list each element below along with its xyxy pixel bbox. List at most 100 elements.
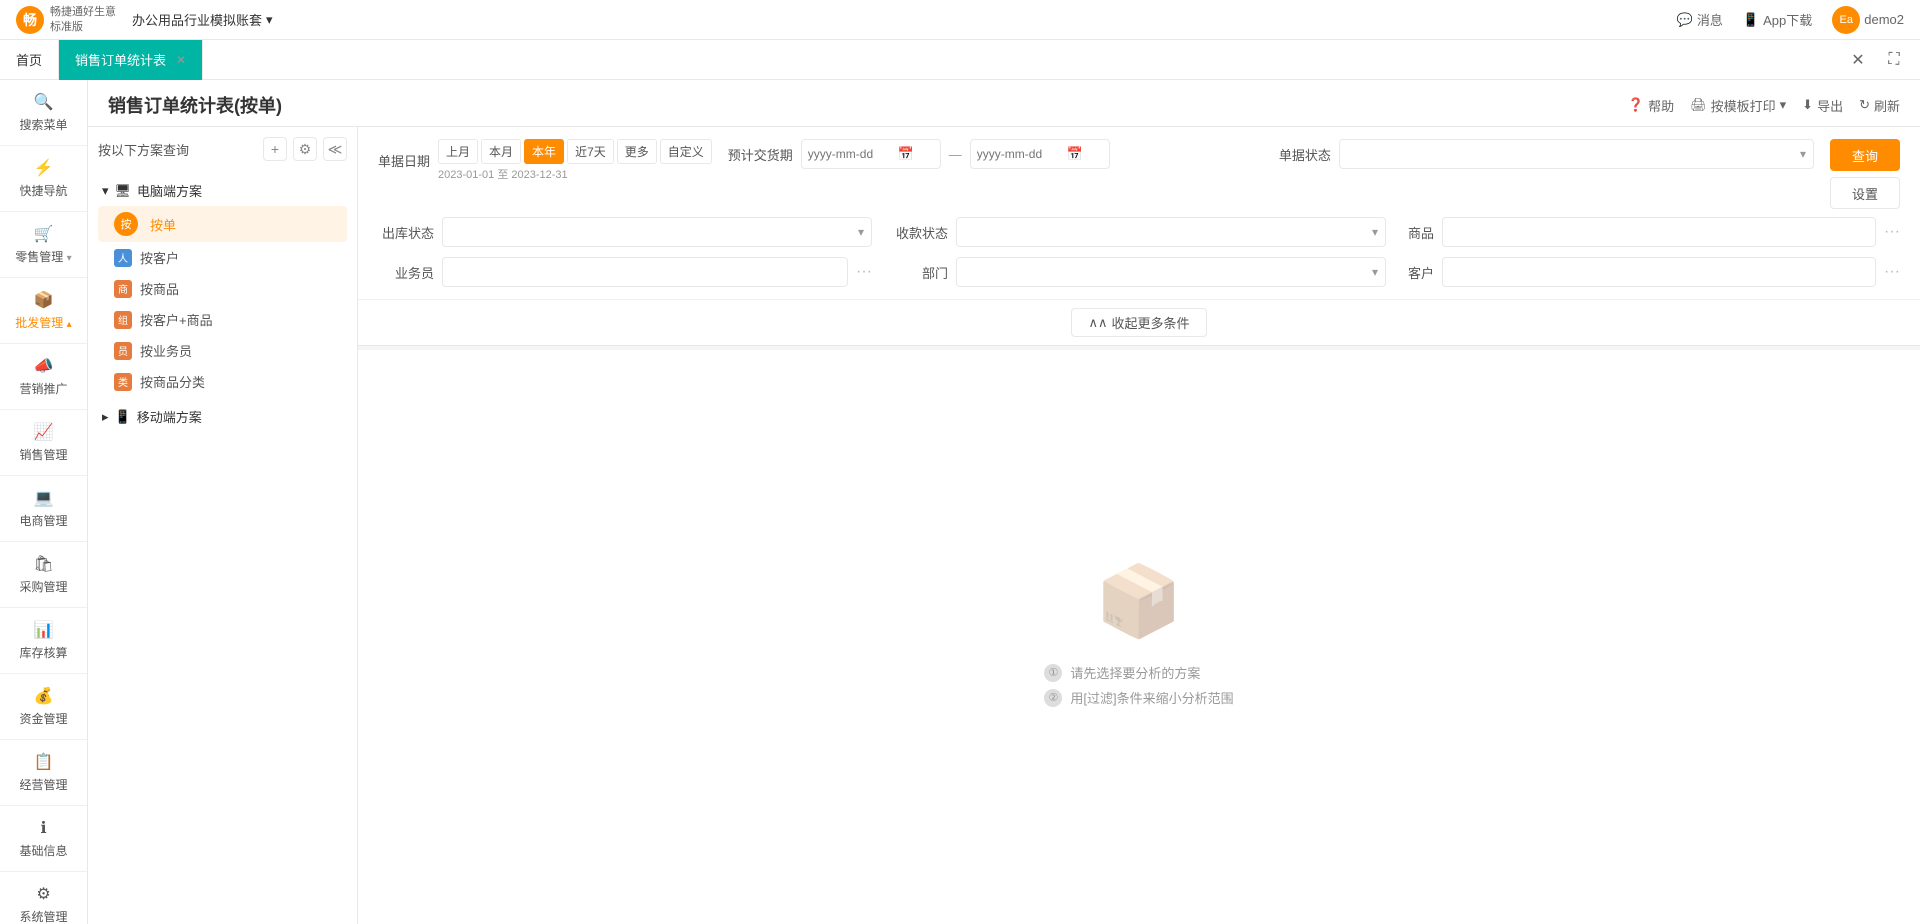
user-action[interactable]: Ea demo2 bbox=[1832, 6, 1904, 34]
sidebar-item-quicknav[interactable]: ⚡ 快捷导航 bbox=[0, 146, 87, 212]
date-range-hint: 2023-01-01 至 2023-12-31 bbox=[438, 166, 712, 182]
print-button[interactable]: 🖨 按模板打印 ▾ bbox=[1690, 96, 1786, 115]
scheme-item-by-goods[interactable]: 商 按商品 bbox=[98, 273, 347, 304]
step-1-num: ① bbox=[1044, 664, 1062, 682]
calendar-icon-2: 📅 bbox=[1067, 146, 1083, 162]
scheme-group-mobile: ▸ 📱 移动端方案 bbox=[98, 401, 347, 432]
help-button[interactable]: ❓ 帮助 bbox=[1628, 96, 1674, 115]
by-salesman-icon: 员 bbox=[114, 342, 132, 360]
system-icon: ⚙ bbox=[4, 884, 83, 904]
dept-select[interactable] bbox=[956, 257, 1386, 287]
query-button[interactable]: 查询 bbox=[1830, 139, 1900, 171]
sidebar-item-basic[interactable]: ℹ 基础信息 bbox=[0, 806, 87, 872]
tab-bar: 首页 销售订单统计表 ✕ ✕ ⛶ bbox=[0, 40, 1920, 80]
sidebar-item-retail[interactable]: 🛒 零售管理 ▾ bbox=[0, 212, 87, 278]
filter-area: 单据日期 上月 本月 本年 近7天 更多 自定义 20 bbox=[358, 127, 1920, 346]
sidebar: 🔍 搜索菜单 ⚡ 快捷导航 🛒 零售管理 ▾ 📦 批发管理 ▴ 📣 营销推广 📈… bbox=[0, 80, 88, 924]
sidebar-item-system[interactable]: ⚙ 系统管理 bbox=[0, 872, 87, 924]
expected-date-start-input[interactable] bbox=[808, 147, 898, 161]
goods-input[interactable] bbox=[1442, 217, 1876, 247]
sidebar-item-wholesale[interactable]: 📦 批发管理 ▴ bbox=[0, 278, 87, 344]
pc-icon: 🖥 bbox=[115, 183, 132, 199]
status-label: 单据状态 bbox=[1279, 145, 1331, 164]
sidebar-item-sales[interactable]: 📈 销售管理 bbox=[0, 410, 87, 476]
date-custom-btn[interactable]: 自定义 bbox=[660, 139, 712, 164]
sales-input[interactable] bbox=[442, 257, 848, 287]
goods-label: 商品 bbox=[1406, 223, 1434, 242]
tab-home[interactable]: 首页 bbox=[0, 40, 59, 80]
scheme-item-by-customer-goods[interactable]: 组 按客户+商品 bbox=[98, 304, 347, 335]
sidebar-item-operations[interactable]: 📋 经营管理 bbox=[0, 740, 87, 806]
operations-icon: 📋 bbox=[4, 752, 83, 772]
add-scheme-button[interactable]: + bbox=[263, 137, 287, 161]
collapse-button[interactable]: ∧∧ 收起更多条件 bbox=[1071, 308, 1206, 337]
top-bar-right: 💬 消息 📱 App下载 Ea demo2 bbox=[1677, 6, 1904, 34]
basic-icon: ℹ bbox=[4, 818, 83, 838]
sidebar-item-marketing[interactable]: 📣 营销推广 bbox=[0, 344, 87, 410]
date-filter: 单据日期 上月 本月 本年 近7天 更多 自定义 20 bbox=[378, 139, 712, 182]
tab-expand-button[interactable]: ⛶ bbox=[1880, 46, 1908, 74]
pc-group-header[interactable]: ▾ 🖥 电脑端方案 bbox=[98, 175, 347, 206]
collapse-panel-button[interactable]: ≪ bbox=[323, 137, 347, 161]
left-panel-header: 按以下方案查询 + ⚙ ≪ bbox=[98, 137, 347, 167]
tab-close-icon[interactable]: ✕ bbox=[176, 53, 186, 67]
tab-close-button[interactable]: ✕ bbox=[1844, 46, 1872, 74]
main-layout: 🔍 搜索菜单 ⚡ 快捷导航 🛒 零售管理 ▾ 📦 批发管理 ▴ 📣 营销推广 📈… bbox=[0, 80, 1920, 924]
content-area: 销售订单统计表(按单) ❓ 帮助 🖨 按模板打印 ▾ ⬇ 导出 ↻ 刷新 bbox=[88, 80, 1920, 924]
empty-step-1: ① 请先选择要分析的方案 bbox=[1044, 663, 1233, 682]
expected-date-end[interactable]: 📅 bbox=[970, 139, 1110, 169]
chevron-down-icon: ▾ bbox=[266, 12, 273, 28]
tab-sales-stat[interactable]: 销售订单统计表 ✕ bbox=[59, 40, 203, 80]
date-this-month-btn[interactable]: 本月 bbox=[481, 139, 521, 164]
customer-more-icon[interactable]: ··· bbox=[1884, 263, 1900, 281]
dept-filter: 部门 ▾ bbox=[892, 257, 1386, 287]
date-last-month-btn[interactable]: 上月 bbox=[438, 139, 478, 164]
tab-bar-actions: ✕ ⛶ bbox=[1844, 46, 1920, 74]
date-more-btn[interactable]: 更多 bbox=[617, 139, 657, 164]
chevron-down-icon: ▾ bbox=[102, 183, 109, 199]
filter-row-2: 出库状态 ▾ 收款状态 ▾ bbox=[358, 217, 1920, 257]
refresh-button[interactable]: ↻ 刷新 bbox=[1859, 96, 1900, 115]
right-content: 单据日期 上月 本月 本年 近7天 更多 自定义 20 bbox=[358, 127, 1920, 924]
refresh-icon: ↻ bbox=[1859, 97, 1870, 113]
sidebar-item-purchase[interactable]: 🛍 采购管理 bbox=[0, 542, 87, 608]
marketing-icon: 📣 bbox=[4, 356, 83, 376]
export-icon: ⬇ bbox=[1802, 97, 1813, 113]
scheme-item-by-category[interactable]: 类 按商品分类 bbox=[98, 366, 347, 397]
goods-more-icon[interactable]: ··· bbox=[1884, 223, 1900, 241]
date-7days-btn[interactable]: 近7天 bbox=[567, 139, 614, 164]
sidebar-item-ecommerce[interactable]: 💻 电商管理 bbox=[0, 476, 87, 542]
sales-more-icon[interactable]: ··· bbox=[856, 263, 872, 281]
left-panel-title: 按以下方案查询 bbox=[98, 140, 189, 159]
export-button[interactable]: ⬇ 导出 bbox=[1802, 96, 1843, 115]
settings-scheme-button[interactable]: ⚙ bbox=[293, 137, 317, 161]
status-filter: 单据状态 ▾ bbox=[1279, 139, 1814, 169]
ecommerce-icon: 💻 bbox=[4, 488, 83, 508]
inventory-icon: 📊 bbox=[4, 620, 83, 640]
mobile-group-header[interactable]: ▸ 📱 移动端方案 bbox=[98, 401, 347, 432]
expected-date-end-input[interactable] bbox=[977, 147, 1067, 161]
settings-button[interactable]: 设置 bbox=[1830, 177, 1900, 209]
expected-date-start[interactable]: 📅 bbox=[801, 139, 941, 169]
scheme-item-by-salesman[interactable]: 员 按业务员 bbox=[98, 335, 347, 366]
sidebar-item-inventory[interactable]: 📊 库存核算 bbox=[0, 608, 87, 674]
scheme-item-by-order[interactable]: 按 按单 bbox=[98, 206, 347, 242]
page-title: 销售订单统计表(按单) bbox=[108, 92, 282, 118]
dept-label: 部门 bbox=[892, 263, 948, 282]
customer-input[interactable] bbox=[1442, 257, 1876, 287]
app-selector[interactable]: 办公用品行业模拟账套 ▾ bbox=[124, 6, 281, 33]
by-customer-icon: 人 bbox=[114, 249, 132, 267]
status-select[interactable] bbox=[1339, 139, 1814, 169]
chevron-icon: ▾ bbox=[67, 253, 72, 264]
download-action[interactable]: 📱 App下载 bbox=[1743, 10, 1812, 29]
message-action[interactable]: 💬 消息 bbox=[1677, 10, 1723, 29]
date-this-year-btn[interactable]: 本年 bbox=[524, 139, 564, 164]
sidebar-item-finance[interactable]: 💰 资金管理 bbox=[0, 674, 87, 740]
pay-status-select[interactable] bbox=[956, 217, 1386, 247]
out-status-select-wrap: ▾ bbox=[442, 217, 872, 247]
logo-icon: 畅 bbox=[16, 6, 44, 34]
sidebar-item-search[interactable]: 🔍 搜索菜单 bbox=[0, 80, 87, 146]
scheme-item-by-customer[interactable]: 人 按客户 bbox=[98, 242, 347, 273]
out-status-select[interactable] bbox=[442, 217, 872, 247]
sales-filter: 业务员 ··· bbox=[378, 257, 872, 287]
